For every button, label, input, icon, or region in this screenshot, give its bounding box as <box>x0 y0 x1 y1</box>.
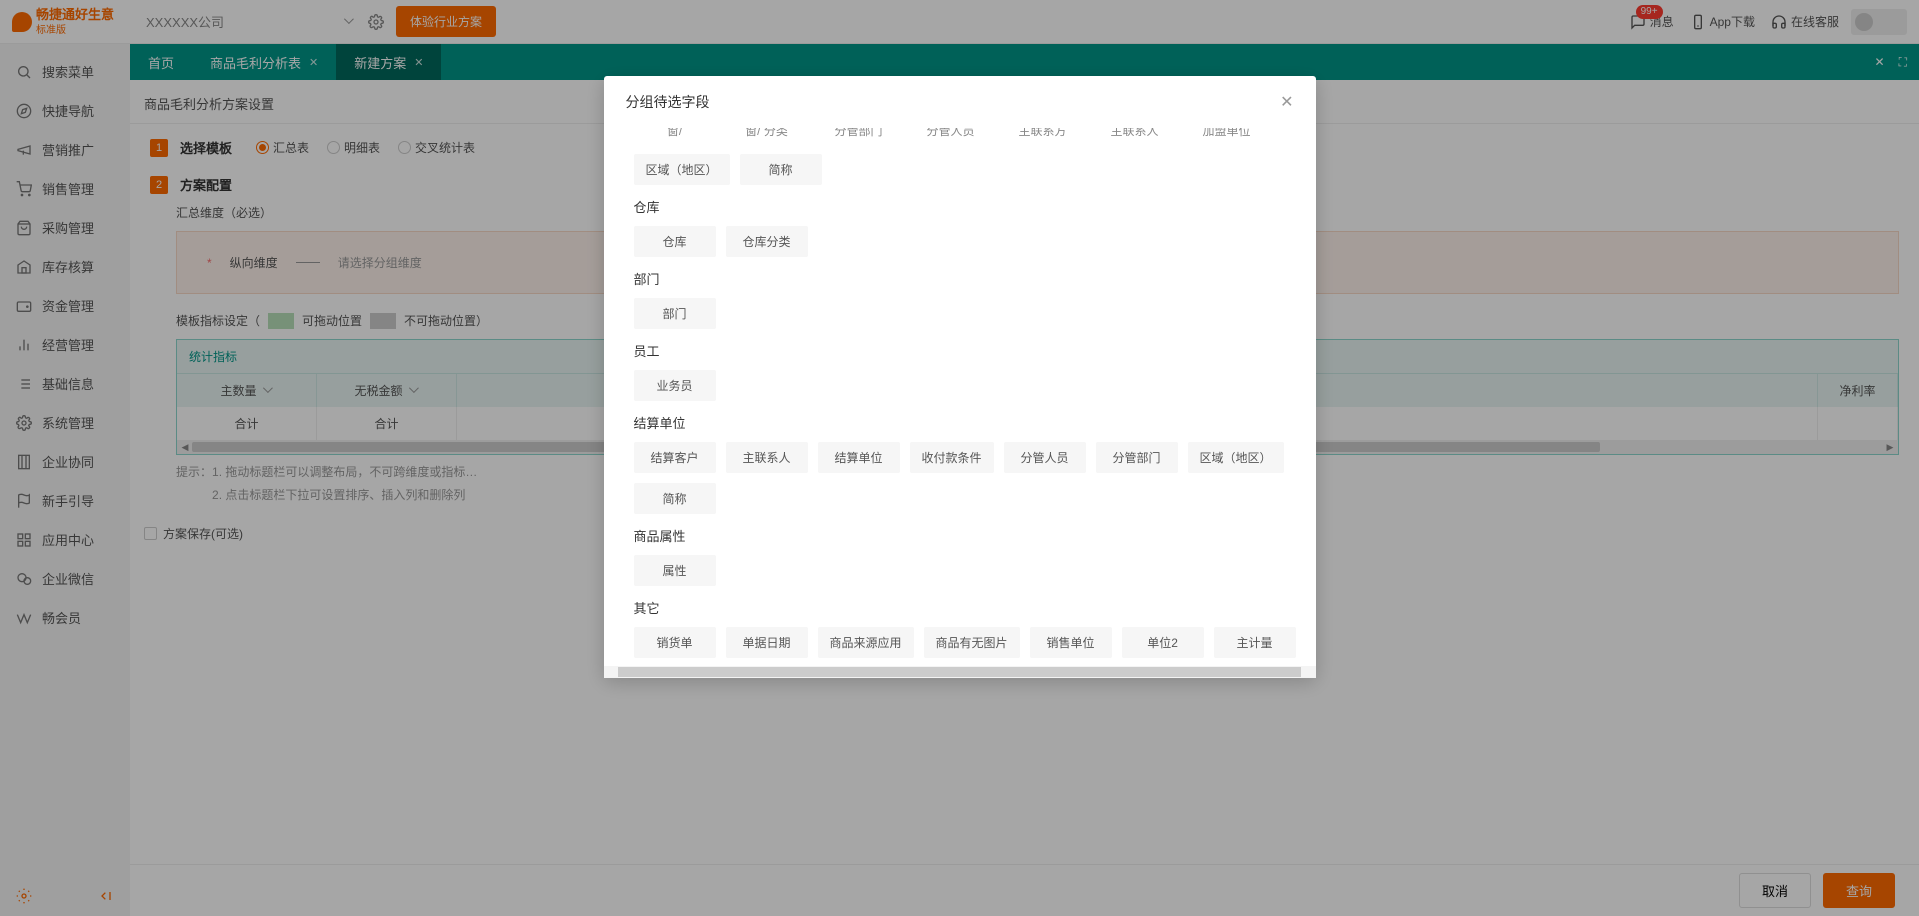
field-chip[interactable]: 销货单 <box>634 627 716 658</box>
modal-close-icon[interactable]: ✕ <box>1280 92 1293 112</box>
field-chip[interactable]: 简称 <box>740 154 822 185</box>
field-chip[interactable]: 主联系人 <box>726 442 808 473</box>
field-chips: 业务员 <box>634 370 1308 401</box>
field-chip[interactable]: 销售单位 <box>1030 627 1112 658</box>
field-group-continued: 区域（地区） 简称 <box>634 154 1308 185</box>
field-picker-modal: 分组待选字段 ✕ 窗/窗/ 分类分管部门分管人员主联系方主联系人加盟单位区域（地… <box>604 76 1316 678</box>
field-chip[interactable]: 分管人员 <box>1004 442 1086 473</box>
modal-body[interactable]: 窗/窗/ 分类分管部门分管人员主联系方主联系人加盟单位区域（地区）简称仓库仓库仓… <box>604 128 1316 666</box>
field-chip[interactable]: 简称 <box>634 483 716 514</box>
field-group-仓库: 仓库仓库仓库分类 <box>634 197 1308 257</box>
field-chip[interactable]: 分管部门 <box>1096 442 1178 473</box>
field-group-员工: 员工业务员 <box>634 341 1308 401</box>
field-group-商品属性: 商品属性属性 <box>634 526 1308 586</box>
field-group-title: 员工 <box>634 341 1308 360</box>
field-chip[interactable]: 单位2 <box>1122 627 1204 658</box>
field-chip-peek[interactable]: 分管部门 <box>818 128 900 140</box>
field-chips: 销货单单据日期商品来源应用商品有无图片销售单位单位2主计量制单人审核人出库人预计… <box>634 627 1308 666</box>
field-chip[interactable]: 属性 <box>634 555 716 586</box>
field-group-部门: 部门部门 <box>634 269 1308 329</box>
modal-overlay: 分组待选字段 ✕ 窗/窗/ 分类分管部门分管人员主联系方主联系人加盟单位区域（地… <box>0 0 1919 916</box>
modal-hscroll-thumb[interactable] <box>618 667 1302 677</box>
field-chip[interactable]: 结算客户 <box>634 442 716 473</box>
modal-horizontal-scrollbar[interactable] <box>604 666 1316 678</box>
field-chip[interactable]: 结算单位 <box>818 442 900 473</box>
field-chip[interactable]: 仓库 <box>634 226 716 257</box>
field-group-title: 仓库 <box>634 197 1308 216</box>
field-chip-peek[interactable]: 主联系人 <box>1094 128 1176 140</box>
field-chip[interactable]: 商品有无图片 <box>924 627 1020 658</box>
field-chips: 区域（地区） 简称 <box>634 154 1308 185</box>
field-chip-peek[interactable]: 分管人员 <box>910 128 992 140</box>
field-chips: 部门 <box>634 298 1308 329</box>
field-group-其它: 其它销货单单据日期商品来源应用商品有无图片销售单位单位2主计量制单人审核人出库人… <box>634 598 1308 666</box>
field-chip-peek[interactable]: 窗/ 分类 <box>726 128 808 140</box>
field-chip-peek[interactable]: 加盟单位 <box>1186 128 1268 140</box>
field-group-title: 结算单位 <box>634 413 1308 432</box>
modal-header: 分组待选字段 ✕ <box>604 76 1316 128</box>
field-chip-peek[interactable]: 窗/ <box>634 128 716 140</box>
field-chip[interactable]: 仓库分类 <box>726 226 808 257</box>
field-chip[interactable]: 收付款条件 <box>910 442 994 473</box>
field-chip[interactable]: 区域（地区） <box>634 154 730 185</box>
field-chip[interactable]: 商品来源应用 <box>818 627 914 658</box>
field-group-结算单位: 结算单位结算客户主联系人结算单位收付款条件分管人员分管部门区域（地区）简称 <box>634 413 1308 514</box>
field-chips: 属性 <box>634 555 1308 586</box>
field-chips: 结算客户主联系人结算单位收付款条件分管人员分管部门区域（地区） 简称 <box>634 442 1308 514</box>
field-chips: 仓库仓库分类 <box>634 226 1308 257</box>
field-chip[interactable]: 业务员 <box>634 370 716 401</box>
field-group-title: 商品属性 <box>634 526 1308 545</box>
field-chip[interactable]: 主计量 <box>1214 627 1296 658</box>
field-group-title: 部门 <box>634 269 1308 288</box>
field-chip-peek[interactable]: 主联系方 <box>1002 128 1084 140</box>
field-chip[interactable]: 单据日期 <box>726 627 808 658</box>
field-chip[interactable]: 区域（地区） <box>1188 442 1284 473</box>
field-peek-row: 窗/窗/ 分类分管部门分管人员主联系方主联系人加盟单位 <box>634 128 1308 140</box>
field-group-title: 其它 <box>634 598 1308 617</box>
field-chip[interactable]: 部门 <box>634 298 716 329</box>
modal-title: 分组待选字段 <box>626 92 710 112</box>
